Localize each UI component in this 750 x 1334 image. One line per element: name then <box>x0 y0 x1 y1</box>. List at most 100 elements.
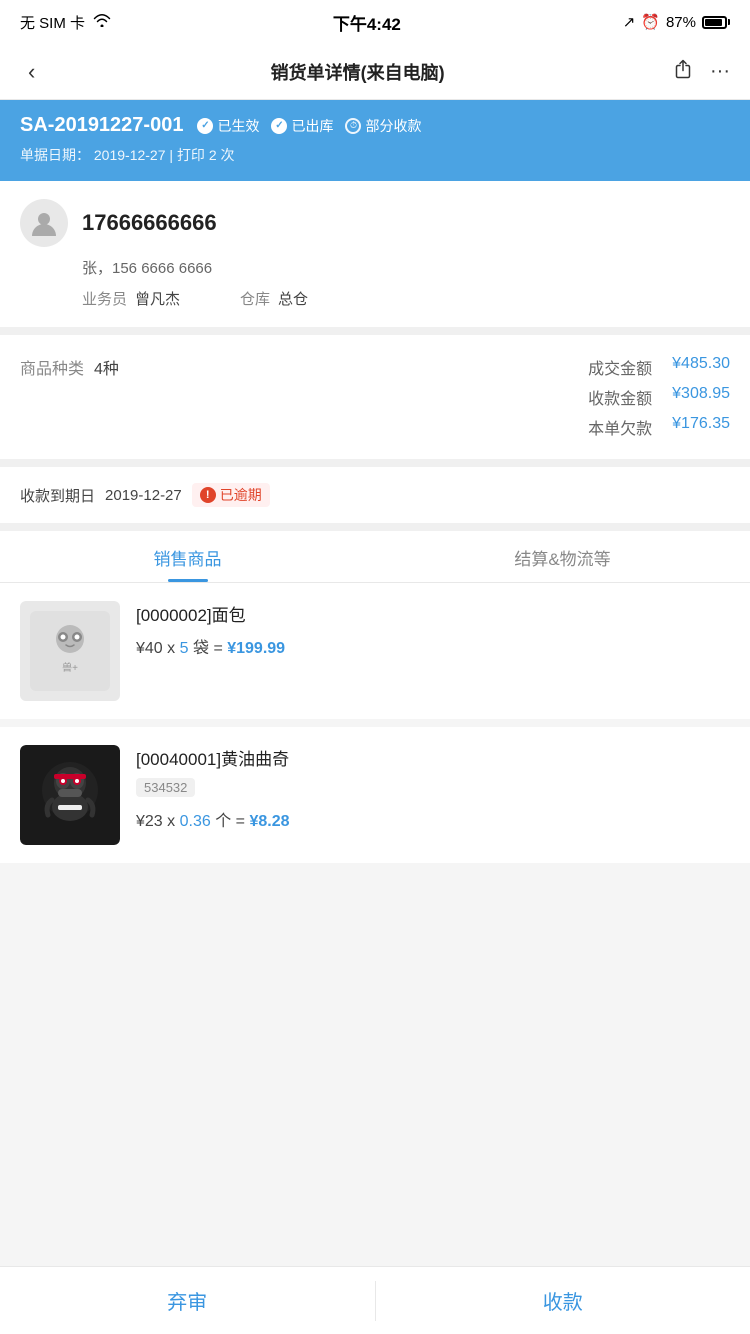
location-icon: ↗ <box>623 13 636 31</box>
cancel-button[interactable]: 弃审 <box>0 1267 375 1334</box>
meta-date-value: 2019-12-27 <box>94 147 166 163</box>
customer-card: 17666666666 张，156 6666 6666 业务员 曾凡杰 仓库 总… <box>0 181 750 335</box>
product-info-1: [0000002]面包 ¥40 x 5 袋 = ¥199.99 <box>136 601 730 658</box>
meta-print-count: 2 <box>209 147 217 163</box>
type-label: 商品种类 <box>20 355 84 379</box>
wifi-icon <box>93 13 111 31</box>
received-label: 收款金额 <box>588 385 652 409</box>
tab-settlement[interactable]: 结算&物流等 <box>375 531 750 582</box>
meta-separator: | <box>169 147 177 163</box>
staff-info: 业务员 曾凡杰 <box>82 288 180 309</box>
tab-settlement-label: 结算&物流等 <box>514 550 610 569</box>
list-item: 兽+ [0000002]面包 ¥40 x 5 袋 = ¥199.99 <box>0 583 750 719</box>
cancel-label: 弃审 <box>167 1286 207 1315</box>
transaction-line: 成交金额 ¥485.30 <box>588 355 730 379</box>
avatar <box>20 199 68 247</box>
product-tag-2: 534532 <box>136 778 195 797</box>
customer-name: 17666666666 <box>82 210 217 236</box>
staff-name: 曾凡杰 <box>135 288 180 309</box>
summary-left: 商品种类 4种 <box>20 355 119 379</box>
overdue-icon: ! <box>200 487 216 503</box>
product-total-1: ¥199.99 <box>227 640 285 657</box>
product-qty-2: 0.36 <box>180 813 211 830</box>
carrier-text: 无 SIM 卡 <box>20 12 85 33</box>
warehouse-name: 总仓 <box>278 288 308 309</box>
confirm-label: 收款 <box>543 1286 583 1315</box>
transaction-amount: ¥485.30 <box>672 355 730 379</box>
product-thumb-1: 兽+ <box>20 601 120 701</box>
due-date-value: 2019-12-27 <box>105 487 182 504</box>
check-icon-2: ✓ <box>271 118 287 134</box>
product-name-1: [0000002]面包 <box>136 601 730 626</box>
battery-percent: 87% <box>666 14 696 31</box>
status-time: 下午4:42 <box>333 10 401 35</box>
warehouse-label: 仓库 <box>240 288 270 309</box>
page-title: 销货单详情(来自电脑) <box>271 59 445 85</box>
overdue-badge: ! 已逾期 <box>192 483 270 507</box>
product-types: 商品种类 4种 <box>20 355 119 379</box>
confirm-button[interactable]: 收款 <box>376 1267 750 1334</box>
nav-actions: ··· <box>672 58 730 86</box>
meta-print-unit: 次 <box>221 147 235 163</box>
debt-line: 本单欠款 ¥176.35 <box>588 415 730 439</box>
share-icon[interactable] <box>672 58 694 86</box>
received-line: 收款金额 ¥308.95 <box>588 385 730 409</box>
bottom-bar: 弃审 收款 <box>0 1266 750 1334</box>
status-bar: 无 SIM 卡 下午4:42 ↗ ⏰ 87% <box>0 0 750 44</box>
staff-label: 业务员 <box>82 288 127 309</box>
product-name-2: [00040001]黄油曲奇 <box>136 745 730 770</box>
clock-icon: ⏱ <box>345 118 361 134</box>
badge-partial-payment: ⏱ 部分收款 <box>345 116 421 136</box>
due-date-row: 收款到期日 2019-12-27 ! 已逾期 <box>0 467 750 531</box>
tabs-bar: 销售商品 结算&物流等 <box>0 531 750 583</box>
warehouse-info: 仓库 总仓 <box>240 288 308 309</box>
product-qty-1: 5 <box>180 640 189 657</box>
due-date-label: 收款到期日 <box>20 485 95 506</box>
product-price-value-2: ¥23 <box>136 813 163 830</box>
debt-amount: ¥176.35 <box>672 415 730 439</box>
order-badges: ✓ 已生效 ✓ 已出库 ⏱ 部分收款 <box>197 116 421 136</box>
product-price-2: ¥23 x 0.36 个 = ¥8.28 <box>136 807 730 831</box>
status-left: 无 SIM 卡 <box>20 12 111 33</box>
badge-partial-label: 部分收款 <box>365 116 421 136</box>
product-info-2: [00040001]黄油曲奇 534532 ¥23 x 0.36 个 = ¥8.… <box>136 745 730 831</box>
customer-sub: 张，156 6666 6666 <box>20 257 730 278</box>
product-list: 兽+ [0000002]面包 ¥40 x 5 袋 = ¥199.99 <box>0 583 750 863</box>
badge-shipped-label: 已出库 <box>291 116 333 136</box>
product-unit-2: 个 <box>215 813 231 830</box>
badge-active: ✓ 已生效 <box>197 116 259 136</box>
tab-sales-products-label: 销售商品 <box>154 550 222 569</box>
product-price-value-1: ¥40 <box>136 640 163 657</box>
overdue-text: 已逾期 <box>220 485 262 505</box>
tab-sales-products[interactable]: 销售商品 <box>0 531 375 582</box>
more-icon[interactable]: ··· <box>710 60 730 83</box>
summary-row: 商品种类 4种 成交金额 ¥485.30 收款金额 ¥308.95 本单欠款 ¥… <box>20 355 730 439</box>
order-header: SA-20191227-001 ✓ 已生效 ✓ 已出库 ⏱ 部分收款 单据日期：… <box>0 100 750 181</box>
order-meta: 单据日期： 2019-12-27 | 打印 2 次 <box>20 145 730 165</box>
status-right: ↗ ⏰ 87% <box>623 13 730 31</box>
order-header-top: SA-20191227-001 ✓ 已生效 ✓ 已出库 ⏱ 部分收款 <box>20 114 730 137</box>
battery-icon <box>702 16 730 29</box>
list-item: [00040001]黄油曲奇 534532 ¥23 x 0.36 个 = ¥8.… <box>0 727 750 863</box>
alarm-icon: ⏰ <box>641 13 660 31</box>
back-button[interactable]: ‹ <box>20 51 43 93</box>
summary-card: 商品种类 4种 成交金额 ¥485.30 收款金额 ¥308.95 本单欠款 ¥… <box>0 335 750 467</box>
customer-top: 17666666666 <box>20 199 730 247</box>
transaction-label: 成交金额 <box>588 355 652 379</box>
received-amount: ¥308.95 <box>672 385 730 409</box>
debt-label: 本单欠款 <box>588 415 652 439</box>
badge-active-label: 已生效 <box>217 116 259 136</box>
order-id: SA-20191227-001 <box>20 114 183 137</box>
type-value: 4种 <box>94 355 119 379</box>
svg-text:兽+: 兽+ <box>62 661 78 674</box>
meta-print-label: 打印 <box>177 147 205 163</box>
product-price-1: ¥40 x 5 袋 = ¥199.99 <box>136 634 730 658</box>
badge-shipped: ✓ 已出库 <box>271 116 333 136</box>
product-unit-1: 袋 <box>193 640 209 657</box>
summary-right: 成交金额 ¥485.30 收款金额 ¥308.95 本单欠款 ¥176.35 <box>588 355 730 439</box>
meta-date-label: 单据日期： <box>20 147 90 163</box>
customer-details: 业务员 曾凡杰 仓库 总仓 <box>20 288 730 309</box>
product-thumb-2 <box>20 745 120 845</box>
check-icon-1: ✓ <box>197 118 213 134</box>
nav-bar: ‹ 销货单详情(来自电脑) ··· <box>0 44 750 100</box>
